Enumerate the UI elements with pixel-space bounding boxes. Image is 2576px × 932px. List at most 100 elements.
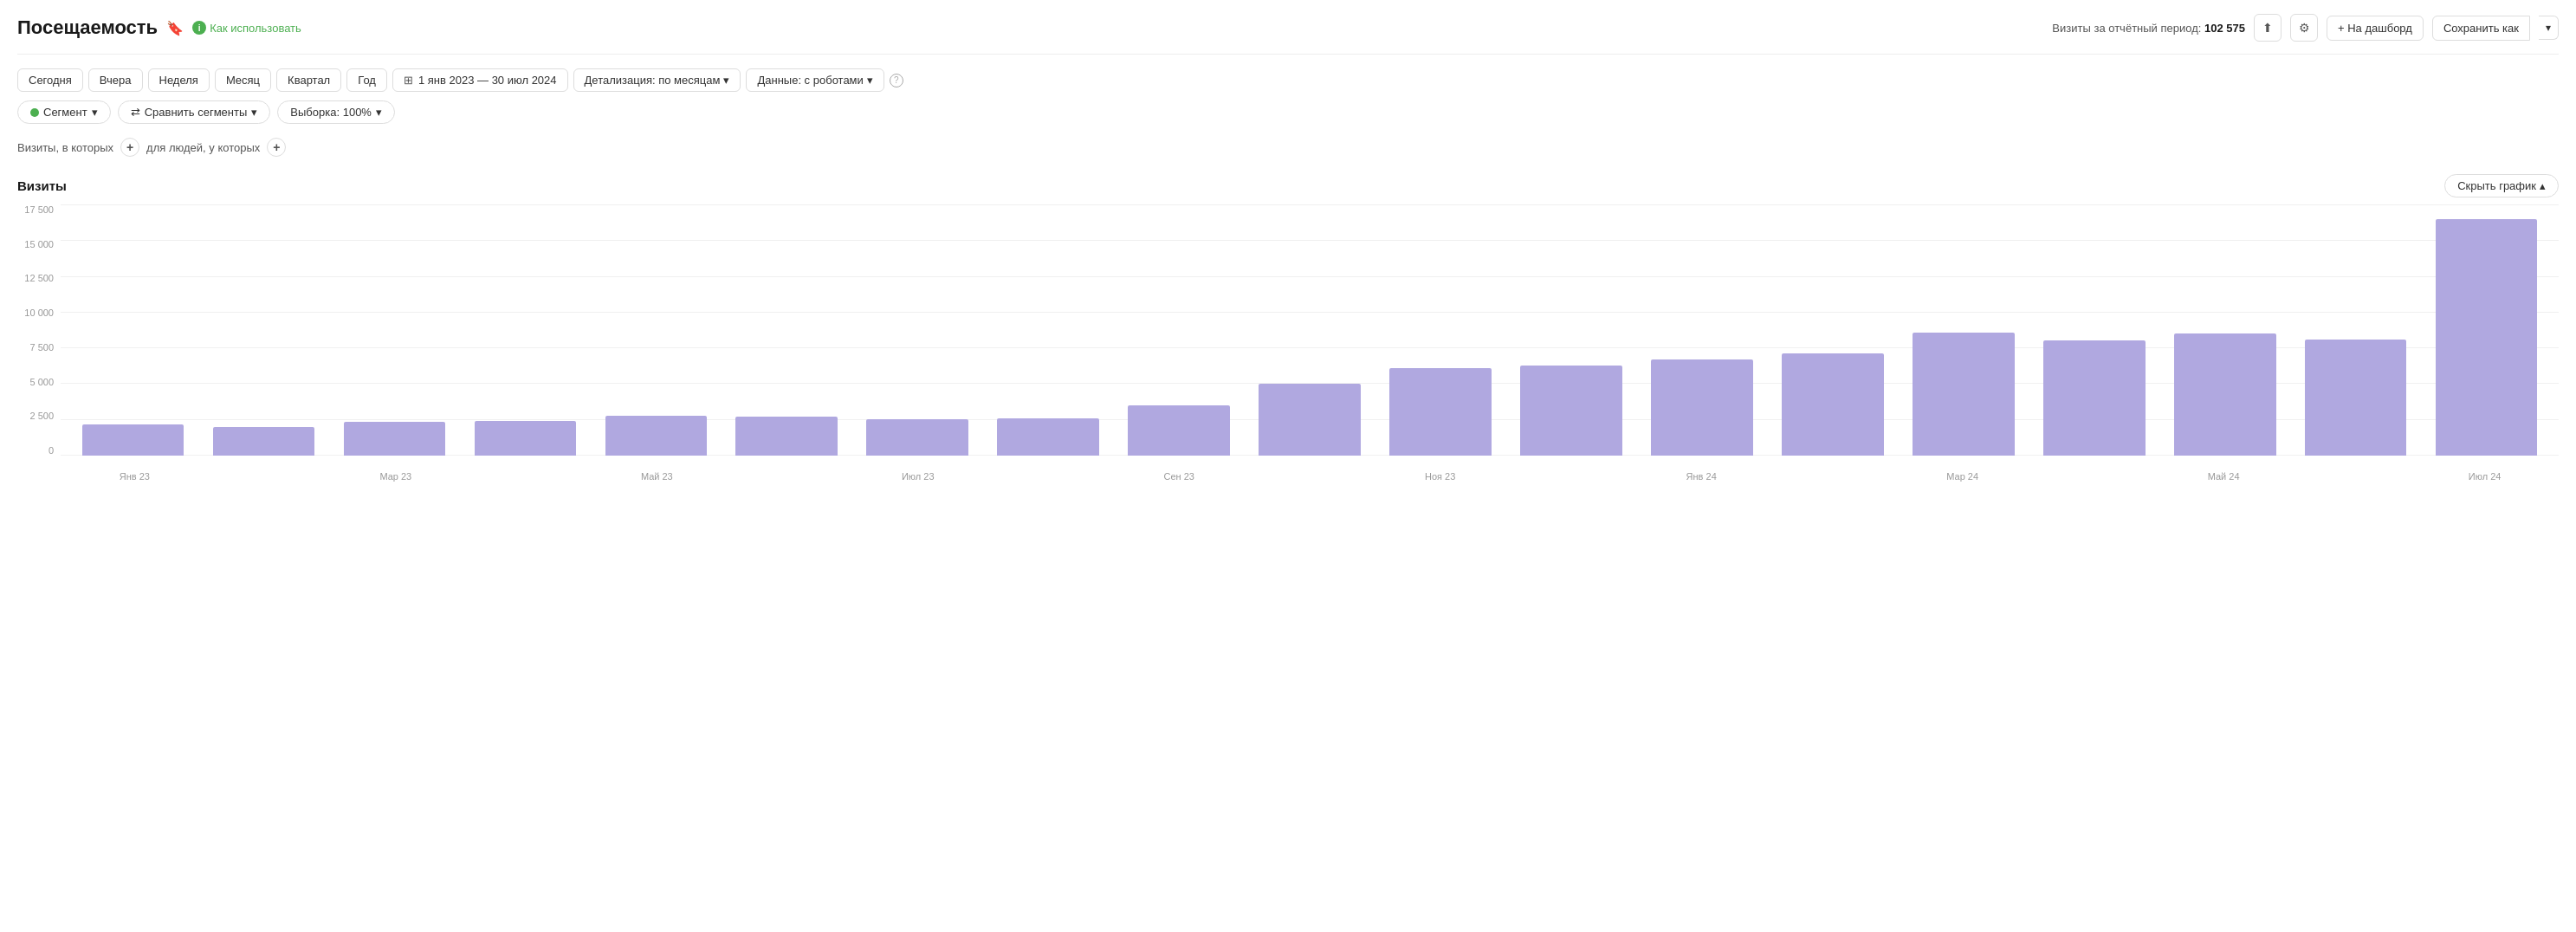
bar[interactable]: [2436, 219, 2538, 456]
x-label: Июл 24: [2419, 468, 2550, 482]
chevron-down-icon: ▾: [867, 74, 873, 87]
bar-group[interactable]: [1116, 204, 1243, 456]
info-circle-icon: i: [192, 21, 206, 35]
bar-group[interactable]: [2161, 204, 2288, 456]
x-label: Май 24: [2159, 468, 2289, 482]
header-left: Посещаемость 🔖 i Как использовать: [17, 16, 301, 39]
data-button[interactable]: Данные: с роботами ▾: [746, 68, 883, 92]
page-title: Посещаемость: [17, 16, 158, 39]
y-label-2500: 2 500: [17, 411, 61, 421]
calendar-icon: ⊞: [404, 74, 413, 87]
data-info-icon[interactable]: ?: [890, 74, 903, 87]
y-axis: 17 500 15 000 12 500 10 000 7 500 5 000 …: [17, 204, 61, 456]
chart-section: Визиты Скрыть график ▴ 17 500 15 000 12 …: [17, 174, 2559, 482]
bar-group[interactable]: [2423, 204, 2550, 456]
bar[interactable]: [1782, 353, 1884, 456]
bar-group[interactable]: [69, 204, 197, 456]
add-people-filter-button[interactable]: +: [267, 138, 286, 157]
bar-group[interactable]: [462, 204, 589, 456]
y-label-12500: 12 500: [17, 273, 61, 283]
how-to-use-link[interactable]: i Как использовать: [192, 21, 301, 35]
chevron-down-icon: ▾: [723, 74, 729, 87]
bar[interactable]: [213, 427, 315, 456]
bar[interactable]: [2174, 333, 2276, 456]
bar[interactable]: [866, 419, 968, 456]
bar-group[interactable]: [1900, 204, 2027, 456]
bar[interactable]: [2043, 340, 2146, 456]
bar-group[interactable]: [723, 204, 851, 456]
detail-button[interactable]: Детализация: по месяцам ▾: [573, 68, 741, 92]
share-button[interactable]: ⬆: [2254, 14, 2282, 42]
x-label: [1505, 468, 1636, 482]
bar-group[interactable]: [1246, 204, 1374, 456]
bar[interactable]: [475, 421, 577, 456]
bar-group[interactable]: [592, 204, 720, 456]
bar[interactable]: [1520, 366, 1622, 456]
header-divider: [17, 54, 2559, 55]
y-label-17500: 17 500: [17, 204, 61, 215]
chart-area: 17 500 15 000 12 500 10 000 7 500 5 000 …: [17, 204, 2559, 482]
period-month[interactable]: Месяц: [215, 68, 271, 92]
header-row: Посещаемость 🔖 i Как использовать Визиты…: [17, 14, 2559, 42]
bar-group[interactable]: [1638, 204, 1765, 456]
bar-group[interactable]: [2292, 204, 2419, 456]
period-today[interactable]: Сегодня: [17, 68, 83, 92]
bar-group[interactable]: [2030, 204, 2158, 456]
chevron-down-icon: ▾: [251, 106, 257, 119]
bar[interactable]: [1259, 384, 1361, 456]
bar-group[interactable]: [331, 204, 458, 456]
bar[interactable]: [2305, 340, 2407, 456]
bar[interactable]: [605, 416, 708, 456]
x-label: Янв 24: [1636, 468, 1767, 482]
bar-group[interactable]: [1377, 204, 1505, 456]
sample-button[interactable]: Выборка: 100% ▾: [277, 100, 395, 124]
save-as-dropdown-button[interactable]: ▾: [2539, 16, 2559, 40]
x-label: Мар 24: [1897, 468, 2028, 482]
visits-count: 102 575: [2204, 22, 2245, 35]
hide-chart-button[interactable]: Скрыть график ▴: [2444, 174, 2559, 197]
period-year[interactable]: Год: [346, 68, 387, 92]
y-label-0: 0: [17, 445, 61, 456]
x-label: [2288, 468, 2419, 482]
x-label: [1767, 468, 1898, 482]
bar-group[interactable]: [854, 204, 981, 456]
bar[interactable]: [735, 417, 838, 456]
x-label: Ноя 23: [1375, 468, 1505, 482]
date-range-picker[interactable]: ⊞ 1 янв 2023 — 30 июл 2024: [392, 68, 568, 92]
y-label-15000: 15 000: [17, 239, 61, 249]
x-label: Мар 23: [330, 468, 461, 482]
chevron-down-icon: ▾: [92, 106, 98, 119]
bar-group[interactable]: [1769, 204, 1896, 456]
save-as-button[interactable]: Сохранить как: [2432, 16, 2530, 41]
period-row: Сегодня Вчера Неделя Месяц Квартал Год ⊞…: [17, 68, 2559, 92]
page: Посещаемость 🔖 i Как использовать Визиты…: [0, 0, 2576, 495]
x-label: Май 23: [592, 468, 722, 482]
settings-button[interactable]: ⚙: [2290, 14, 2318, 42]
y-label-5000: 5 000: [17, 377, 61, 387]
x-label: Янв 23: [69, 468, 200, 482]
add-to-dashboard-button[interactable]: + На дашборд: [2327, 16, 2424, 41]
compare-segments-button[interactable]: ⇄ Сравнить сегменты ▾: [118, 100, 271, 124]
segment-button[interactable]: Сегмент ▾: [17, 100, 111, 124]
add-visit-filter-button[interactable]: +: [120, 138, 139, 157]
x-label: [200, 468, 331, 482]
bar[interactable]: [1651, 359, 1753, 456]
bar[interactable]: [1913, 333, 2015, 456]
filter-text-visits: Визиты, в которых: [17, 141, 113, 154]
period-yesterday[interactable]: Вчера: [88, 68, 143, 92]
bookmark-icon[interactable]: 🔖: [166, 20, 184, 36]
bar[interactable]: [344, 422, 446, 456]
bar-group[interactable]: [200, 204, 327, 456]
bar[interactable]: [82, 424, 184, 456]
bar[interactable]: [1128, 405, 1230, 456]
period-quarter[interactable]: Квартал: [276, 68, 341, 92]
x-label: Сен 23: [1114, 468, 1245, 482]
bar[interactable]: [1389, 368, 1492, 456]
bar-group[interactable]: [985, 204, 1112, 456]
x-labels: Янв 23Мар 23Май 23Июл 23Сен 23Ноя 23Янв …: [61, 468, 2559, 482]
segment-dot-icon: [30, 108, 39, 117]
bar-group[interactable]: [1507, 204, 1634, 456]
bar[interactable]: [997, 418, 1099, 456]
bars-area: [61, 204, 2559, 456]
period-week[interactable]: Неделя: [148, 68, 210, 92]
